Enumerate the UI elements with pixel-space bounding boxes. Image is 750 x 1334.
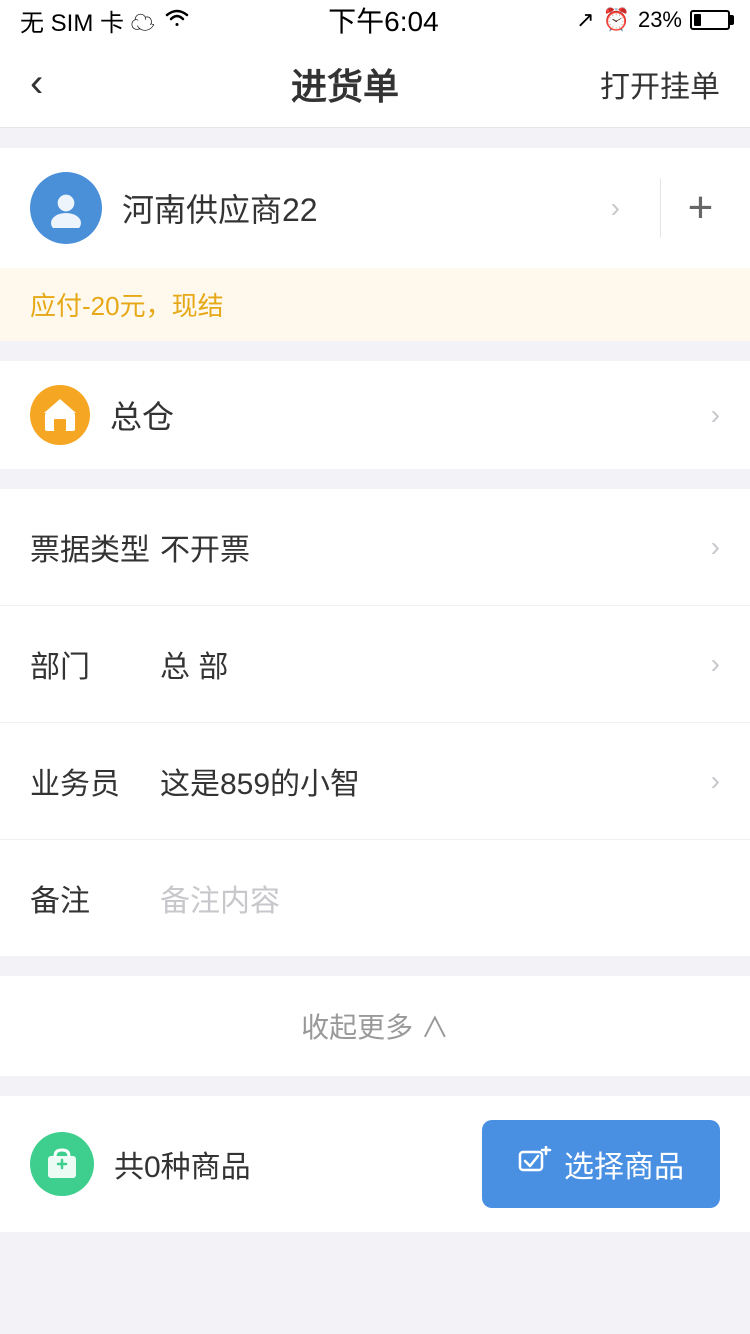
invoice-type-row[interactable]: 票据类型 不开票 › — [0, 489, 750, 606]
warehouse-icon — [30, 385, 90, 445]
add-supplier-button[interactable]: + — [660, 178, 720, 238]
status-bar-time: 下午6:04 — [328, 0, 439, 40]
wifi-icon — [163, 6, 191, 34]
supplier-notice: 应付-20元，现结 — [0, 268, 750, 341]
select-product-icon — [518, 1146, 552, 1182]
invoice-type-label: 票据类型 — [30, 525, 160, 569]
salesperson-chevron-icon: › — [711, 765, 720, 797]
warehouse-name: 总仓 — [110, 392, 711, 438]
warehouse-row[interactable]: 总仓 › — [0, 361, 750, 469]
supplier-card: 河南供应商22 › + 应付-20元，现结 — [0, 148, 750, 341]
salesperson-label: 业务员 — [30, 759, 160, 803]
location-icon: ↗ — [576, 7, 594, 33]
invoice-type-value: 不开票 — [160, 525, 701, 569]
select-product-label: 选择商品 — [564, 1142, 684, 1186]
collapse-label: 收起更多 ∧ — [301, 1006, 449, 1046]
warehouse-chevron-icon: › — [711, 399, 720, 431]
supplier-row[interactable]: 河南供应商22 › + — [0, 148, 750, 268]
supplier-chevron-icon: › — [611, 192, 620, 224]
battery-icon — [690, 10, 730, 30]
form-section: 票据类型 不开票 › 部门 总 部 › 业务员 这是859的小智 › 备注 备注… — [0, 489, 750, 956]
salesperson-value: 这是859的小智 — [160, 759, 701, 803]
product-icon — [30, 1132, 94, 1196]
select-product-button[interactable]: 选择商品 — [482, 1120, 720, 1208]
department-label: 部门 — [30, 642, 160, 686]
section-gap-1 — [0, 128, 750, 148]
supplier-avatar — [30, 172, 102, 244]
supplier-name: 河南供应商22 — [122, 185, 611, 231]
invoice-type-chevron-icon: › — [711, 531, 720, 563]
back-button[interactable]: ‹ — [30, 61, 90, 106]
bottom-bar: 共0种商品 选择商品 — [0, 1096, 750, 1232]
battery-percent: 23% — [638, 7, 682, 33]
remark-row[interactable]: 备注 备注内容 — [0, 840, 750, 956]
remark-value[interactable]: 备注内容 — [160, 876, 720, 920]
page-title: 进货单 — [291, 58, 399, 110]
nav-bar: ‹ 进货单 打开挂单 — [0, 40, 750, 128]
status-bar-right: ↗ ⏰ 23% — [576, 7, 730, 33]
department-row[interactable]: 部门 总 部 › — [0, 606, 750, 723]
sim-label: 无 SIM 卡 ☁ — [20, 3, 155, 38]
collapse-row[interactable]: 收起更多 ∧ — [0, 976, 750, 1076]
alarm-icon: ⏰ — [603, 7, 630, 33]
department-value: 总 部 — [160, 642, 701, 686]
salesperson-row[interactable]: 业务员 这是859的小智 › — [0, 723, 750, 840]
department-chevron-icon: › — [711, 648, 720, 680]
status-bar: 无 SIM 卡 ☁ 下午6:04 ↗ ⏰ 23% — [0, 0, 750, 40]
product-count: 共0种商品 — [114, 1142, 462, 1186]
remark-label: 备注 — [30, 876, 160, 920]
status-bar-left: 无 SIM 卡 ☁ — [20, 3, 191, 38]
open-pending-button[interactable]: 打开挂单 — [600, 62, 720, 106]
